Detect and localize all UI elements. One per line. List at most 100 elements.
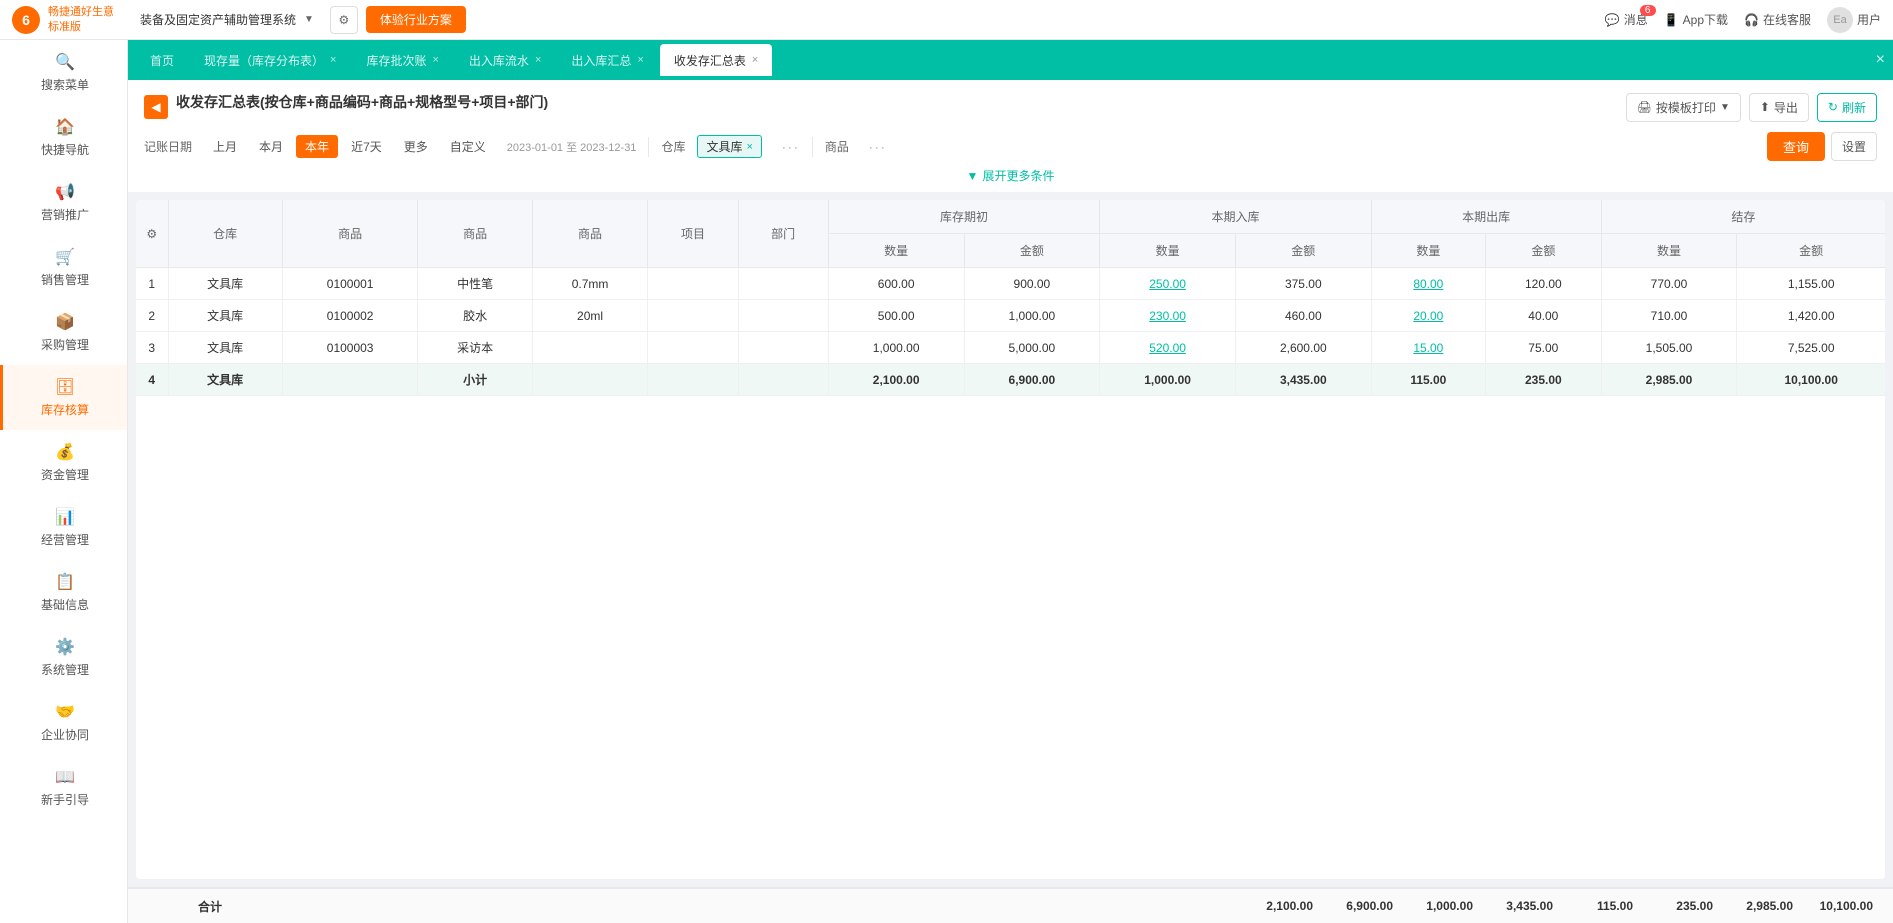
tab-home[interactable]: 首页 [136,44,188,76]
tab-in-out-summary[interactable]: 出入库汇总 × [557,44,657,76]
col-code-header: 商品 [282,200,418,268]
row-cell[interactable]: 20.00 [1371,300,1485,332]
tab-recv-send-summary[interactable]: 收发存汇总表 × [660,44,772,76]
row-cell: 2,600.00 [1235,332,1371,364]
table-row: 2文具库0100002胶水20ml500.001,000.00230.00460… [136,300,1885,332]
col-warehouse-header: 仓库 [168,200,282,268]
export-button[interactable]: ⬆ 导出 [1749,93,1809,122]
row-cell: 0.7mm [532,268,648,300]
date-btn-7days[interactable]: 近7天 [342,135,391,158]
row-cell: 2,100.00 [828,364,964,396]
refresh-button[interactable]: ↻ 刷新 [1817,93,1877,122]
sidebar-item-basic-info[interactable]: 📋 基础信息 [0,560,127,625]
sidebar-item-operations[interactable]: 📊 经营管理 [0,495,127,560]
settings-button[interactable]: 设置 [1831,132,1877,161]
top-bar: 6 畅捷通好生意 标准版 装备及固定资产辅助管理系统 ▼ ⚙ 体验行业方案 💬 … [0,0,1893,40]
query-button[interactable]: 查询 [1767,132,1825,161]
page-title: 收发存汇总表(按仓库+商品编码+商品+规格型号+项目+部门) [176,92,548,112]
page-header: ◀ 收发存汇总表(按仓库+商品编码+商品+规格型号+项目+部门) 🖨 按模板打印… [128,80,1893,192]
total-label: 合计 [170,898,250,915]
app-download-btn[interactable]: 📱 App下载 [1664,11,1728,28]
tab-stock-dist[interactable]: 现存量（库存分布表） × [190,44,350,76]
messages-btn[interactable]: 💬 消息 6 [1605,11,1648,28]
row-cell[interactable]: 15.00 [1371,332,1485,364]
tab-close-recv-send[interactable]: × [752,54,758,66]
date-btn-this-year[interactable]: 本年 [296,135,338,158]
row-cell: 3,435.00 [1235,364,1371,396]
row-cell: 文具库 [168,332,282,364]
guide-icon: 📖 [55,767,75,787]
sidebar-item-marketing[interactable]: 📢 营销推广 [0,170,127,235]
trial-button[interactable]: 体验行业方案 [366,6,466,33]
row-cell: 0100003 [282,332,418,364]
row-cell[interactable]: 520.00 [1100,332,1236,364]
tab-batch-account[interactable]: 库存批次账 × [352,44,452,76]
sidebar-item-sales[interactable]: 🛒 销售管理 [0,235,127,300]
row-cell: 375.00 [1235,268,1371,300]
col-in-amount-header: 金额 [1235,234,1371,268]
row-cell[interactable]: 250.00 [1100,268,1236,300]
row-cell [738,300,828,332]
col-out-amount-header: 金额 [1486,234,1602,268]
sidebar-item-quick-nav[interactable]: 🏠 快捷导航 [0,105,127,170]
collapse-btn[interactable]: ◀ [144,95,168,119]
total-in-amount: 3,435.00 [1483,899,1563,913]
tab-close-in-out-summary[interactable]: × [637,54,643,66]
row-cell: 460.00 [1235,300,1371,332]
basic-info-icon: 📋 [55,572,75,592]
warehouse-tag: 文具库 × [697,135,761,158]
row-cell: 10,100.00 [1737,364,1885,396]
row-cell: 20ml [532,300,648,332]
tab-bar: 首页 现存量（库存分布表） × 库存批次账 × 出入库流水 × 出入库汇总 × [128,40,1893,80]
row-seq: 4 [136,364,168,396]
col-closing-amount-header: 金额 [1737,234,1885,268]
sidebar-item-search[interactable]: 🔍 搜索菜单 [0,40,127,105]
print-button[interactable]: 🖨 按模板打印 ▼ [1626,93,1741,122]
row-cell: 5,000.00 [964,332,1100,364]
tab-close-batch-account[interactable]: × [432,54,438,66]
date-btn-more[interactable]: 更多 [395,135,437,158]
date-btn-custom[interactable]: 自定义 [441,135,495,158]
row-cell[interactable]: 230.00 [1100,300,1236,332]
col-opening-qty-header: 数量 [828,234,964,268]
col-opening-amount-header: 金额 [964,234,1100,268]
settings-icon-btn[interactable]: ⚙ [330,6,358,34]
warehouse-filter-dots[interactable]: ··· [782,140,800,154]
tab-close-in-out-flow[interactable]: × [535,54,541,66]
headset-icon: 🎧 [1744,13,1759,27]
expand-conditions-btn[interactable]: ▼ 展开更多条件 [967,167,1055,184]
sidebar-item-enterprise[interactable]: 🤝 企业协同 [0,690,127,755]
logo-area: 6 畅捷通好生意 标准版 [12,5,140,34]
row-cell [532,332,648,364]
inventory-icon: 🗄 [55,377,75,397]
sidebar-item-finance[interactable]: 💰 资金管理 [0,430,127,495]
sidebar-item-guide[interactable]: 📖 新手引导 [0,755,127,820]
date-btn-last-month[interactable]: 上月 [204,135,246,158]
row-cell: 文具库 [168,364,282,396]
system-dropdown[interactable]: ▼ [304,14,314,25]
row-cell: 40.00 [1486,300,1602,332]
print-chevron-icon: ▼ [1720,102,1730,113]
sidebar-item-inventory[interactable]: 🗄 库存核算 [0,365,127,430]
goods-filter-dots[interactable]: ··· [869,140,887,154]
tab-bar-close-icon[interactable]: × [1876,51,1885,69]
total-out-amount: 235.00 [1643,899,1723,913]
warehouse-tag-close[interactable]: × [746,141,752,153]
sidebar-item-system[interactable]: ⚙️ 系统管理 [0,625,127,690]
user-btn[interactable]: Ea 用户 [1827,7,1881,33]
tab-in-out-flow[interactable]: 出入库流水 × [455,44,555,76]
col-settings-header: ⚙ [136,200,168,268]
tab-close-stock-dist[interactable]: × [330,54,336,66]
row-cell [532,364,648,396]
row-cell[interactable]: 80.00 [1371,268,1485,300]
chevron-down-icon: ▼ [304,14,314,25]
data-table-wrapper: ⚙ 仓库 商品 商品 商品 项目 部门 库存期初 本期入库 本期出库 [136,200,1885,879]
online-service-btn[interactable]: 🎧 在线客服 [1744,11,1811,28]
row-cell [648,364,738,396]
sidebar-item-purchase[interactable]: 📦 采购管理 [0,300,127,365]
refresh-icon: ↻ [1828,100,1838,114]
col-out-qty-header: 数量 [1371,234,1485,268]
table-group-header-row: ⚙ 仓库 商品 商品 商品 项目 部门 库存期初 本期入库 本期出库 [136,200,1885,234]
table-container: ⚙ 仓库 商品 商品 商品 项目 部门 库存期初 本期入库 本期出库 [128,200,1893,923]
date-btn-this-month[interactable]: 本月 [250,135,292,158]
